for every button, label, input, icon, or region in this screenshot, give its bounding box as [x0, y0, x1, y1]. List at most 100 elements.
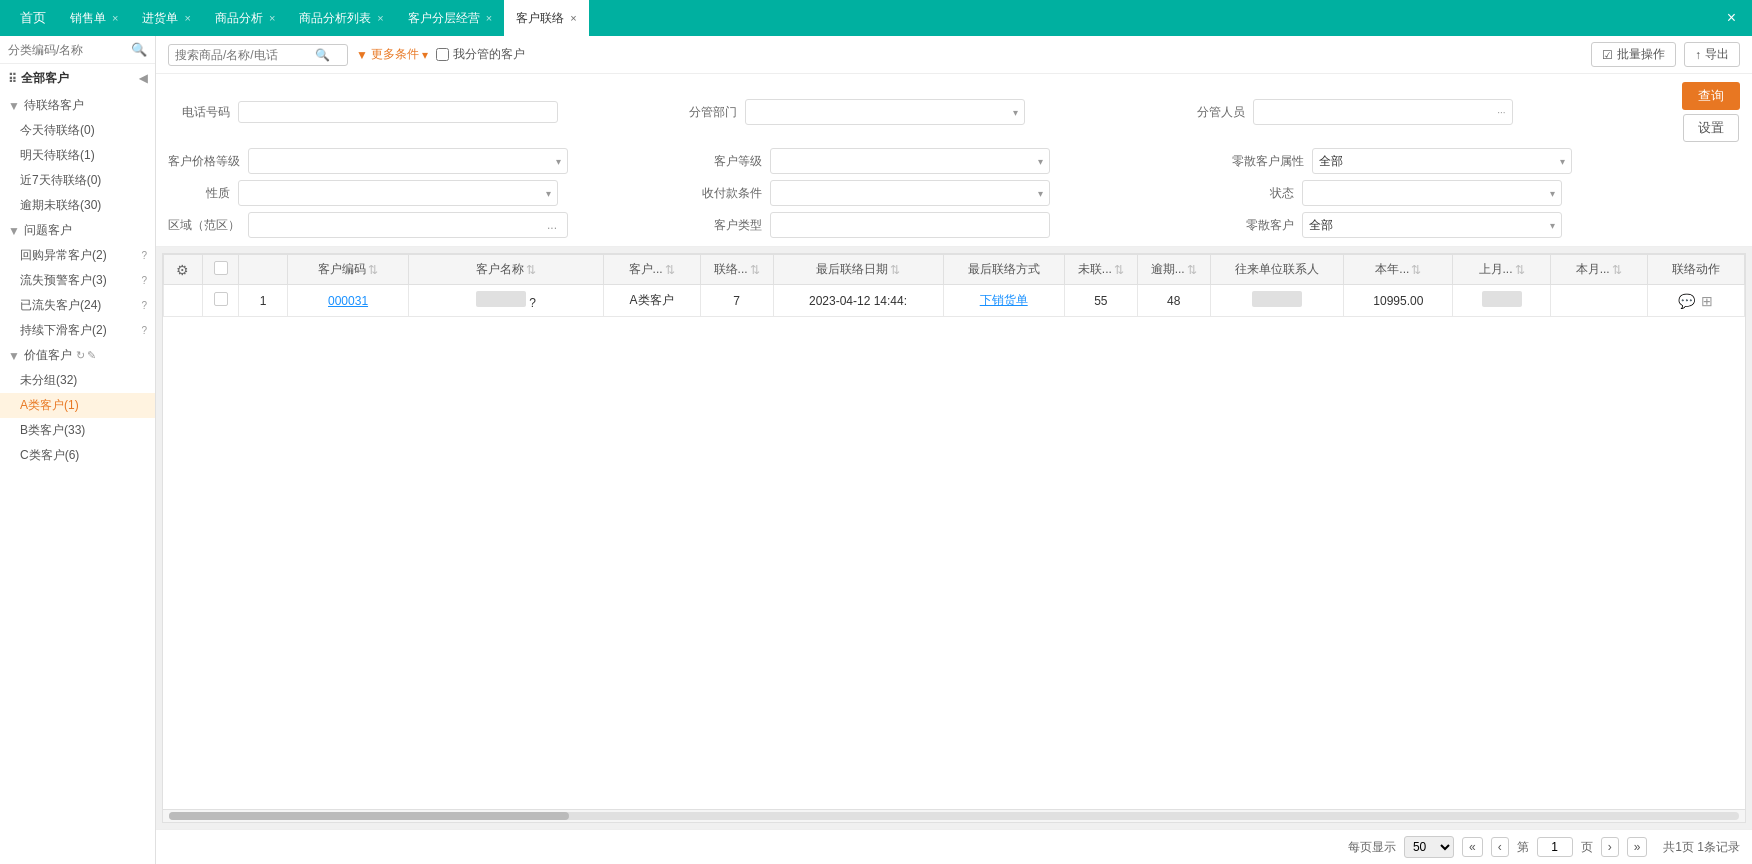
th-gear[interactable]: ⚙ [164, 255, 203, 285]
group-pending-contact[interactable]: ▼ 待联络客户 [0, 93, 155, 118]
th-code[interactable]: 客户编码 ⇅ [287, 255, 408, 285]
th-contact[interactable]: 联络... ⇅ [700, 255, 773, 285]
per-page-select[interactable]: 50 100 200 [1404, 836, 1454, 858]
th-check [202, 255, 238, 285]
chat-icon[interactable]: 💬 [1678, 293, 1695, 309]
th-name[interactable]: 客户名称 ⇅ [409, 255, 603, 285]
phone-input[interactable] [238, 101, 558, 123]
sidebar-search-input[interactable] [8, 43, 131, 57]
sidebar-item-class-b[interactable]: B类客户(33) [0, 418, 155, 443]
td-last-way[interactable]: 下销货单 [943, 285, 1064, 317]
edit-icon[interactable]: ✎ [87, 349, 96, 362]
td-code[interactable]: 000031 [287, 285, 408, 317]
status-select[interactable]: ▾ [1302, 180, 1562, 206]
nav-tab-analysis[interactable]: 商品分析 × [203, 0, 287, 36]
th-last-month[interactable]: 上月... ⇅ [1453, 255, 1550, 285]
nav-home[interactable]: 首页 [8, 0, 58, 36]
query-btn[interactable]: 查询 [1682, 82, 1740, 110]
sidebar-item-class-c[interactable]: C类客户(6) [0, 443, 155, 468]
retail-attr-select[interactable]: 全部 ▾ [1312, 148, 1572, 174]
close-sales-tab[interactable]: × [112, 12, 118, 24]
sidebar-item-declining[interactable]: 持续下滑客户(2) ? [0, 318, 155, 343]
sidebar-item-today[interactable]: 今天待联络(0) [0, 118, 155, 143]
last-way-link[interactable]: 下销货单 [980, 293, 1028, 307]
price-level-select[interactable]: ▾ [248, 148, 568, 174]
nav-tab-purchase[interactable]: 进货单 × [130, 0, 202, 36]
close-analysis-list-tab[interactable]: × [377, 12, 383, 24]
next-page-btn[interactable]: › [1601, 837, 1619, 857]
th-this-year[interactable]: 本年... ⇅ [1344, 255, 1453, 285]
refresh-icon[interactable]: ↻ [76, 349, 85, 362]
close-all-tabs[interactable]: × [1719, 9, 1744, 27]
gear-settings-btn[interactable]: ⚙ [176, 262, 189, 278]
td-no-contact: 55 [1064, 285, 1137, 317]
th-no-contact[interactable]: 未联... ⇅ [1064, 255, 1137, 285]
th-last-date[interactable]: 最后联络日期 ⇅ [773, 255, 943, 285]
prev-page-btn[interactable]: ‹ [1491, 837, 1509, 857]
pay-terms-select[interactable]: ▾ [770, 180, 1050, 206]
last-month-redacted [1482, 291, 1522, 307]
filter-row-4: 区域（范区） ... 客户类型 零散客户 [168, 212, 1740, 238]
all-customers-header[interactable]: ⠿ 全部客户 ◀ [0, 64, 155, 93]
status-label: 状态 [1232, 185, 1302, 202]
settings-btn[interactable]: 设置 [1683, 114, 1739, 142]
page-number-input[interactable] [1537, 837, 1573, 857]
my-customers-checkbox[interactable] [436, 48, 449, 61]
close-purchase-tab[interactable]: × [184, 12, 190, 24]
nav-tab-sales[interactable]: 销售单 × [58, 0, 130, 36]
sidebar-item-unclassified[interactable]: 未分组(32) [0, 368, 155, 393]
sidebar-item-tomorrow[interactable]: 明天待联络(1) [0, 143, 155, 168]
th-unit-contact[interactable]: 往来单位联系人 [1210, 255, 1344, 285]
table-scroll[interactable]: ⚙ 客户编码 ⇅ [163, 254, 1745, 809]
first-page-btn[interactable]: « [1462, 837, 1483, 857]
scroll-thumb[interactable] [169, 812, 569, 820]
customer-code-link[interactable]: 000031 [328, 294, 368, 308]
sidebar-item-class-a[interactable]: A类客户(1) [0, 393, 155, 418]
nav-tab-customer-segment[interactable]: 客户分层经营 × [396, 0, 504, 36]
nature-select[interactable]: ▾ [238, 180, 558, 206]
customer-level-chevron: ▾ [1038, 156, 1043, 167]
sidebar-item-repurchase-abnormal[interactable]: 回购异常客户(2) ? [0, 243, 155, 268]
select-all-checkbox[interactable] [214, 261, 228, 275]
collapse-icon: ◀ [139, 72, 147, 85]
customer-type-select[interactable] [770, 212, 1050, 238]
last-page-btn[interactable]: » [1627, 837, 1648, 857]
group-problem-customers[interactable]: ▼ 问题客户 [0, 218, 155, 243]
th-overdue[interactable]: 逾期... ⇅ [1137, 255, 1210, 285]
td-check[interactable] [202, 285, 238, 317]
more-conditions-btn[interactable]: ▼ 更多条件 ▾ [356, 46, 428, 63]
dept-select[interactable]: ▾ [745, 99, 1025, 125]
nav-tab-analysis-list[interactable]: 商品分析列表 × [287, 0, 395, 36]
region-select[interactable]: ... [248, 212, 568, 238]
close-segment-tab[interactable]: × [486, 12, 492, 24]
th-type[interactable]: 客户... ⇅ [603, 255, 700, 285]
dept-label: 分管部门 [675, 104, 745, 121]
sort-icon-6: ⇅ [1114, 263, 1124, 277]
filter-search-input[interactable] [175, 48, 315, 62]
th-last-way[interactable]: 最后联络方式 [943, 255, 1064, 285]
sidebar-item-7days[interactable]: 近7天待联络(0) [0, 168, 155, 193]
more-action-icon[interactable]: ⊞ [1701, 293, 1713, 309]
nav-tab-customer-contact[interactable]: 客户联络 × [504, 0, 588, 36]
td-contact: 7 [700, 285, 773, 317]
query-buttons: 查询 设置 [1682, 82, 1740, 142]
my-customers-filter[interactable]: 我分管的客户 [436, 46, 525, 63]
close-contact-tab[interactable]: × [570, 12, 576, 24]
horizontal-scrollbar[interactable] [163, 809, 1745, 822]
retail-select[interactable]: 全部 ▾ [1302, 212, 1562, 238]
row-checkbox[interactable] [214, 292, 228, 306]
batch-op-btn[interactable]: ☑ 批量操作 [1591, 42, 1676, 67]
person-select[interactable]: ··· [1253, 99, 1513, 125]
th-this-month[interactable]: 本月... ⇅ [1550, 255, 1647, 285]
export-btn[interactable]: ↑ 导出 [1684, 42, 1740, 67]
per-page-label: 每页显示 [1348, 839, 1396, 856]
td-this-month [1550, 285, 1647, 317]
group-value-customers[interactable]: ▼ 价值客户 ↻ ✎ [0, 343, 155, 368]
td-name[interactable]: ? [409, 285, 603, 317]
retail-attr-label: 零散客户属性 [1232, 153, 1312, 170]
customer-level-select[interactable]: ▾ [770, 148, 1050, 174]
sidebar-item-overdue-contact[interactable]: 逾期未联络(30) [0, 193, 155, 218]
close-analysis-tab[interactable]: × [269, 12, 275, 24]
sidebar-item-churned[interactable]: 已流失客户(24) ? [0, 293, 155, 318]
sidebar-item-churn-warning[interactable]: 流失预警客户(3) ? [0, 268, 155, 293]
